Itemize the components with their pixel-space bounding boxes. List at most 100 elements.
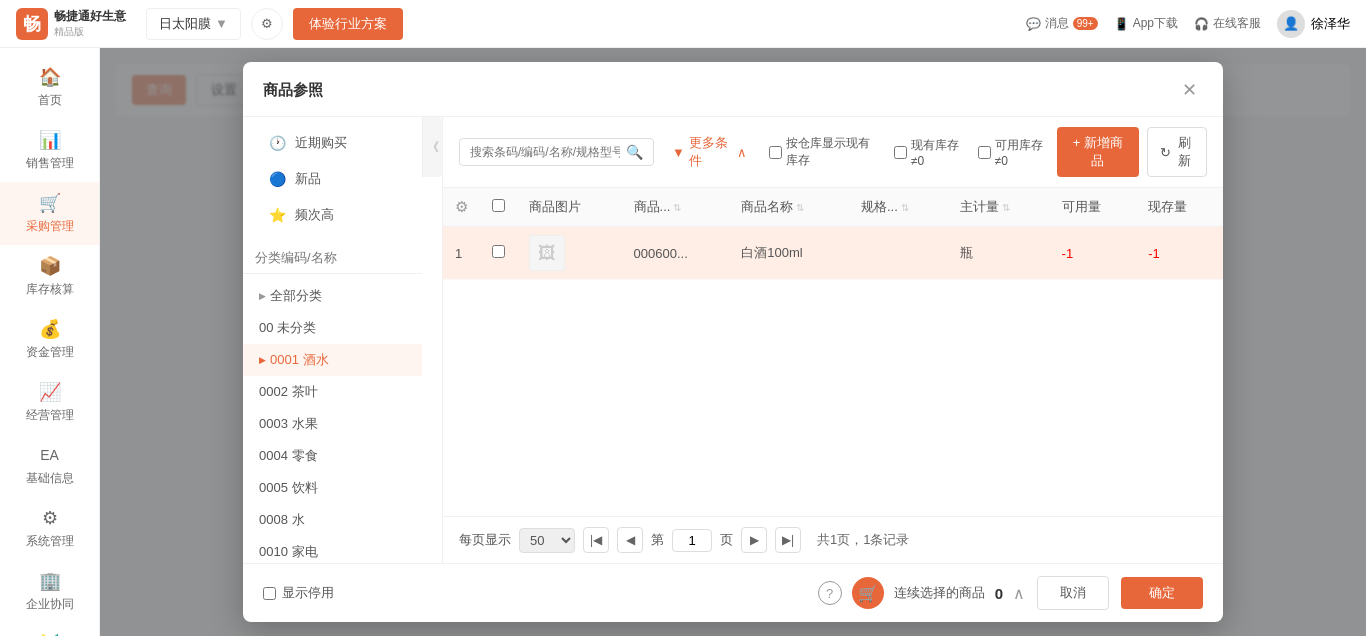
col-settings-icon[interactable]: ⚙ [455, 198, 468, 215]
product-search-input[interactable] [470, 145, 620, 159]
settings-button[interactable]: ⚙ [251, 8, 283, 40]
th-current: 现存量 [1136, 188, 1223, 227]
sidebar: 🏠 首页 📊 销售管理 🛒 采购管理 📦 库存核算 💰 资金管理 📈 经营管理 … [0, 48, 100, 636]
message-btn[interactable]: 💬 消息 99+ [1026, 15, 1098, 32]
checkbox-current-stock[interactable]: 现有库存≠0 [894, 137, 964, 168]
cell-checkbox [480, 227, 517, 280]
cat-0002[interactable]: 0002 茶叶 [243, 376, 422, 408]
sort-unit-icon[interactable]: ⇅ [1002, 202, 1010, 213]
sidebar-item-guide[interactable]: 🔰 新手引导 [0, 623, 99, 636]
filter-checkboxes: 按仓库显示现有库存 现有库存≠0 可用库存≠0 [769, 135, 1048, 169]
cell-available: -1 [1050, 227, 1137, 280]
sales-icon: 📊 [39, 129, 61, 151]
sidebar-item-home[interactable]: 🏠 首页 [0, 56, 99, 119]
add-product-btn[interactable]: + 新增商品 [1057, 127, 1138, 177]
product-dialog: 商品参照 ✕ 🕐 近期购买 [243, 62, 1223, 622]
prev-page-btn[interactable]: ◀ [617, 527, 643, 553]
cat-0008[interactable]: 0008 水 [243, 504, 422, 536]
new-icon: 🔵 [267, 169, 287, 189]
refresh-btn[interactable]: ↻ 刷新 [1147, 127, 1207, 177]
sidebar-item-system[interactable]: ⚙ 系统管理 [0, 497, 99, 560]
cart-collapse-icon[interactable]: ∧ [1013, 584, 1025, 603]
user-area[interactable]: 👤 徐泽华 [1277, 10, 1350, 38]
operations-icon: 📈 [39, 381, 61, 403]
trial-btn[interactable]: 体验行业方案 [293, 8, 403, 40]
sidebar-label-basic: 基础信息 [26, 470, 74, 487]
product-search-wrap: 🔍 [459, 138, 654, 166]
cell-name: 白酒100ml [729, 227, 849, 280]
recent-label: 近期购买 [295, 134, 347, 152]
dialog-close-btn[interactable]: ✕ [1175, 76, 1203, 104]
cat-0003[interactable]: 0003 水果 [243, 408, 422, 440]
sort-name-icon[interactable]: ⇅ [796, 202, 804, 213]
cat-0003-label: 0003 水果 [259, 415, 318, 433]
cancel-btn[interactable]: 取消 [1037, 576, 1109, 610]
sidebar-item-inventory[interactable]: 📦 库存核算 [0, 245, 99, 308]
row-checkbox[interactable] [492, 245, 505, 258]
first-page-btn[interactable]: |◀ [583, 527, 609, 553]
toolbar-actions: + 新增商品 ↻ 刷新 [1057, 127, 1207, 177]
filter-btn[interactable]: ▼ 更多条件 ∧ [664, 129, 755, 175]
select-all-checkbox[interactable] [492, 199, 505, 212]
recent-icon: 🕐 [267, 133, 287, 153]
dialog-right-panel: 🔍 ▼ 更多条件 ∧ 按仓库显示现有库存 [443, 117, 1223, 563]
cat-0004[interactable]: 0004 零食 [243, 440, 422, 472]
next-page-btn[interactable]: ▶ [741, 527, 767, 553]
table-body: 1 🖼 000600... 白酒100ml [443, 227, 1223, 280]
product-table: ⚙ 商品图片 商品... [443, 188, 1223, 280]
frequent-icon: ⭐ [267, 205, 287, 225]
cat-0004-label: 0004 零食 [259, 447, 318, 465]
nav-selector[interactable]: 日太阳膜 ▼ [146, 8, 241, 40]
frequent-label: 频次高 [295, 206, 334, 224]
collapse-icon: 《 [427, 139, 439, 156]
sidebar-label-finance: 资金管理 [26, 344, 74, 361]
cat-00[interactable]: 00 未分类 [243, 312, 422, 344]
cat-0001[interactable]: ▶ 0001 酒水 [243, 344, 422, 376]
checkbox-available-stock[interactable]: 可用库存≠0 [978, 137, 1048, 168]
show-disabled-checkbox[interactable]: 显示停用 [263, 584, 334, 602]
logo-icon: 畅 [16, 8, 48, 40]
page-size-label: 每页显示 [459, 531, 511, 549]
sidebar-item-finance[interactable]: 💰 资金管理 [0, 308, 99, 371]
dialog-overlay: 商品参照 ✕ 🕐 近期购买 [100, 48, 1366, 636]
new-product-item[interactable]: 🔵 新品 [255, 161, 410, 197]
filter-up-icon: ∧ [737, 145, 747, 160]
home-icon: 🏠 [39, 66, 61, 88]
sidebar-item-operations[interactable]: 📈 经营管理 [0, 371, 99, 434]
sidebar-item-purchase[interactable]: 🛒 采购管理 [0, 182, 99, 245]
sort-spec-icon[interactable]: ⇅ [901, 202, 909, 213]
page-input[interactable] [672, 529, 712, 552]
sort-code-icon[interactable]: ⇅ [673, 202, 681, 213]
sidebar-label-purchase: 采购管理 [26, 218, 74, 235]
confirm-btn[interactable]: 确定 [1121, 577, 1203, 609]
last-page-btn[interactable]: ▶| [775, 527, 801, 553]
cell-no: 1 [443, 227, 480, 280]
sidebar-label-inventory: 库存核算 [26, 281, 74, 298]
cat-all[interactable]: ▶ 全部分类 [243, 280, 422, 312]
logo-area: 畅 畅捷通好生意 精品版 [16, 8, 126, 40]
page-size-select[interactable]: 50 10 20 100 [519, 528, 575, 553]
online-service-btn[interactable]: 🎧 在线客服 [1194, 15, 1261, 32]
frequent-item[interactable]: ⭐ 频次高 [255, 197, 410, 233]
th-available: 可用量 [1050, 188, 1137, 227]
collapse-panel-btn[interactable]: 《 [422, 117, 442, 177]
finance-icon: 💰 [39, 318, 61, 340]
sidebar-item-basic[interactable]: EA 基础信息 [0, 434, 99, 497]
recent-purchase-item[interactable]: 🕐 近期购买 [255, 125, 410, 161]
cat-0005[interactable]: 0005 饮料 [243, 472, 422, 504]
checkbox-warehouse[interactable]: 按仓库显示现有库存 [769, 135, 880, 169]
category-search-input[interactable] [255, 250, 422, 265]
left-content: 🕐 近期购买 🔵 新品 ⭐ 频次高 [243, 117, 422, 563]
sidebar-item-enterprise[interactable]: 🏢 企业协同 [0, 560, 99, 623]
sidebar-item-sales[interactable]: 📊 销售管理 [0, 119, 99, 182]
product-table-wrap: ⚙ 商品图片 商品... [443, 188, 1223, 516]
footer-cart-area: ? 🛒 连续选择的商品 0 ∧ [818, 577, 1025, 609]
app-download-btn[interactable]: 📱 App下载 [1114, 15, 1178, 32]
product-search-icon[interactable]: 🔍 [626, 144, 643, 160]
help-icon-btn[interactable]: ? [818, 581, 842, 605]
cell-unit: 瓶 [948, 227, 1050, 280]
cat-0010[interactable]: 0010 家电 [243, 536, 422, 563]
left-panel-inner: 🕐 近期购买 🔵 新品 ⭐ 频次高 [243, 117, 442, 563]
dialog-left-panel: 🕐 近期购买 🔵 新品 ⭐ 频次高 [243, 117, 443, 563]
table-row[interactable]: 1 🖼 000600... 白酒100ml [443, 227, 1223, 280]
